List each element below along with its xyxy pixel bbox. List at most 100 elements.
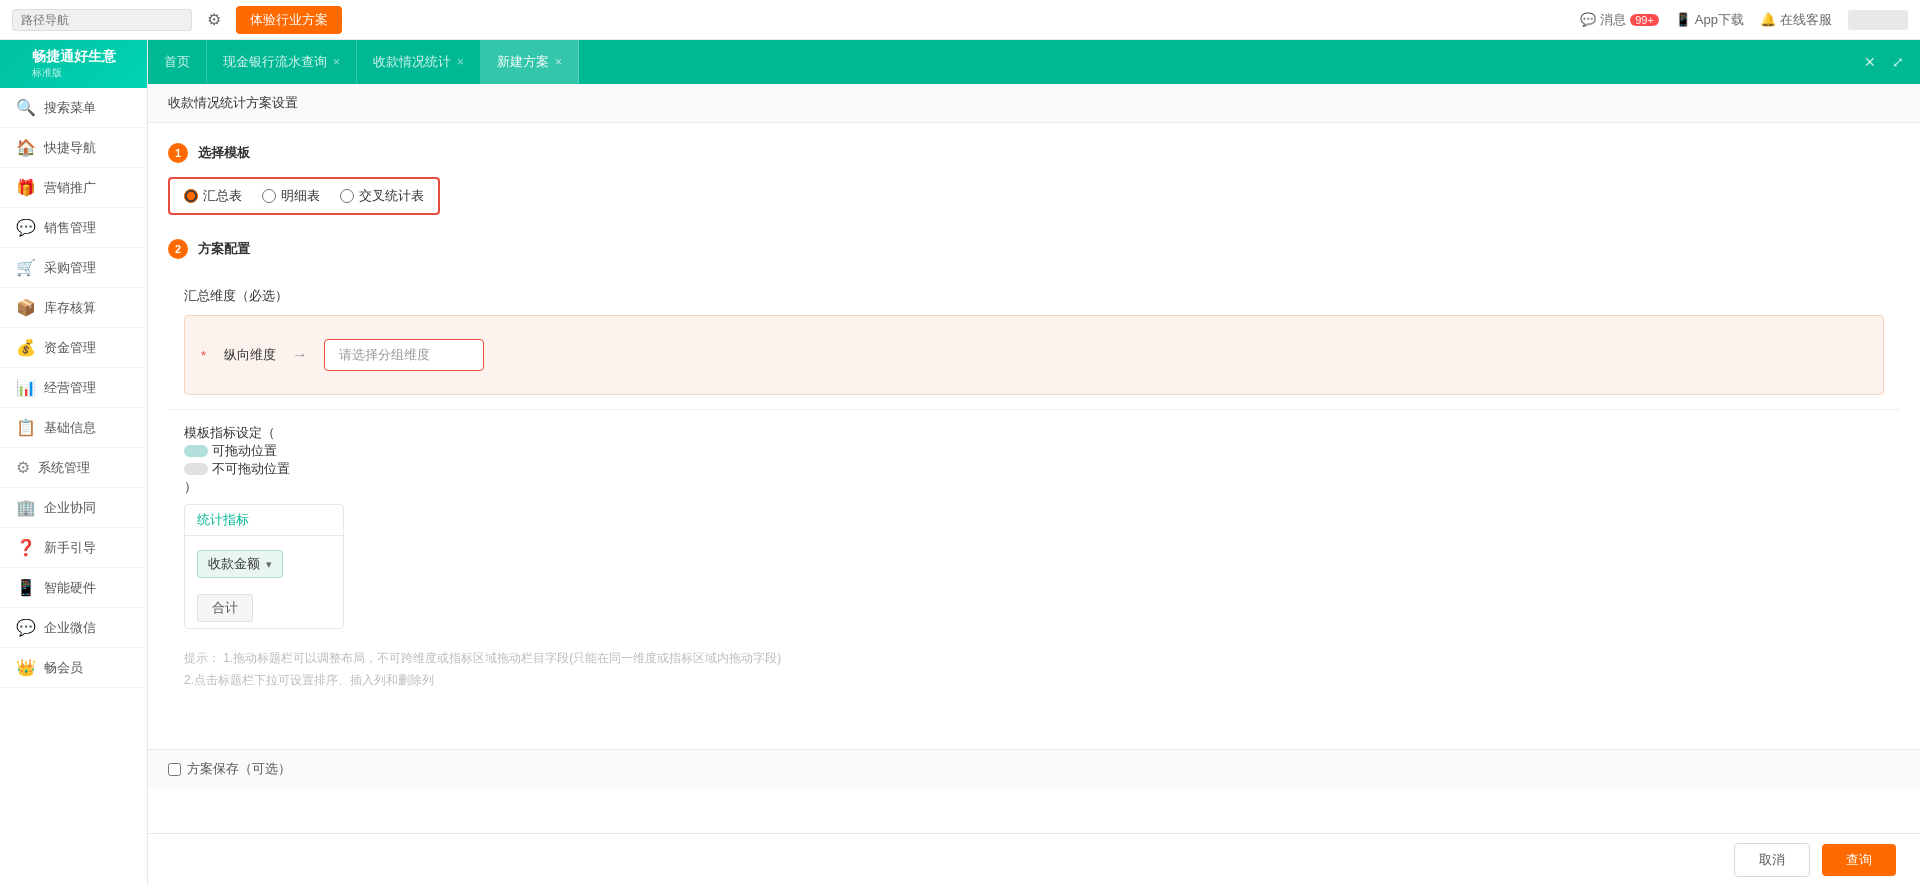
logo-text: 畅捷通好生意 [32,48,116,66]
money-icon: 💰 [16,338,36,357]
form-body: 1 选择模板 汇总表 明细表 [148,123,1920,749]
member-icon: 👑 [16,658,36,677]
radio-detail[interactable]: 明细表 [262,187,320,205]
breadcrumb-input[interactable] [12,9,192,31]
sidebar-item-basic[interactable]: 📋 基础信息 [0,408,147,448]
page-title: 收款情况统计方案设置 [168,95,298,110]
save-option-checkbox[interactable] [168,763,181,776]
step2-header: 2 方案配置 [168,239,1900,259]
fixed-hint-item: 不可拖动位置 [184,460,1884,478]
form-header: 收款情况统计方案设置 [148,84,1920,123]
sidebar-label-collab: 企业协同 [44,499,96,517]
main-layout: 畅捷通好生意 标准版 🔍 搜索菜单 🏠 快捷导航 🎁 营销推广 💬 销售管理 🛒… [0,40,1920,885]
radio-cross-label: 交叉统计表 [359,187,424,205]
bottom-bar: 取消 查询 [148,833,1920,885]
sidebar-item-system[interactable]: ⚙ 系统管理 [0,448,147,488]
dimension-section-title: 汇总维度（必选） [184,287,1884,305]
sidebar-item-search[interactable]: 🔍 搜索菜单 [0,88,147,128]
step1-number: 1 [168,143,188,163]
form-footer: 方案保存（可选） [148,749,1920,788]
messages-action[interactable]: 💬 消息 99+ [1580,11,1659,29]
sidebar-item-purchase[interactable]: 🛒 采购管理 [0,248,147,288]
sidebar-item-finance[interactable]: 💰 资金管理 [0,328,147,368]
hardware-icon: 📱 [16,578,36,597]
tab-receipt-close[interactable]: × [457,55,464,69]
tab-cashflow-label: 现金银行流水查询 [223,53,327,71]
metrics-header: 模板指标设定（ 可拖动位置 不可拖动位置 ） [184,424,1884,496]
tab-home-label: 首页 [164,53,190,71]
service-icon: 🔔 [1760,12,1776,27]
form-container: 收款情况统计方案设置 1 选择模板 汇总表 [148,84,1920,833]
radio-cross-input[interactable] [340,189,354,203]
query-button[interactable]: 查询 [1822,844,1896,876]
sidebar-label-sales: 销售管理 [44,219,96,237]
clipboard-icon: 📋 [16,418,36,437]
radio-summary[interactable]: 汇总表 [184,187,242,205]
step1-header: 1 选择模板 [168,143,1900,163]
sidebar: 畅捷通好生意 标准版 🔍 搜索菜单 🏠 快捷导航 🎁 营销推广 💬 销售管理 🛒… [0,40,148,885]
template-select-area: 汇总表 明细表 交叉统计表 [168,177,440,215]
tip-2: 2.点击标题栏下拉可设置排序、插入列和删除列 [184,670,1884,692]
radio-summary-label: 汇总表 [203,187,242,205]
tab-cashflow-close[interactable]: × [333,55,340,69]
tab-home[interactable]: 首页 [148,40,207,84]
download-action[interactable]: 📱 App下载 [1675,11,1744,29]
step2-title: 方案配置 [198,240,250,258]
stats-label: 统计指标 [185,505,343,536]
gear-button[interactable]: ⚙ [200,6,228,34]
home-icon: 🏠 [16,138,36,157]
sidebar-item-member[interactable]: 👑 畅会员 [0,648,147,688]
save-option-label[interactable]: 方案保存（可选） [168,760,291,778]
tab-close-button[interactable]: ✕ [1860,50,1880,74]
radio-detail-label: 明细表 [281,187,320,205]
sidebar-label-operation: 经营管理 [44,379,96,397]
step2-number: 2 [168,239,188,259]
sidebar-label-system: 系统管理 [38,459,90,477]
sidebar-label-guide: 新手引导 [44,539,96,557]
sidebar-item-wechat[interactable]: 💬 企业微信 [0,608,147,648]
tab-new-plan[interactable]: 新建方案 × [481,40,579,84]
search-icon: 🔍 [16,98,36,117]
gear-icon: ⚙ [207,10,221,29]
download-icon: 📱 [1675,12,1691,27]
collab-icon: 🏢 [16,498,36,517]
sidebar-item-guide[interactable]: ❓ 新手引导 [0,528,147,568]
sidebar-item-operation[interactable]: 📊 经营管理 [0,368,147,408]
metrics-section: 模板指标设定（ 可拖动位置 不可拖动位置 ） [168,410,1900,705]
radio-summary-input[interactable] [184,189,198,203]
user-avatar[interactable] [1848,10,1908,30]
page-content: 收款情况统计方案设置 1 选择模板 汇总表 [148,84,1920,833]
fixed-hint-text: 不可拖动位置 [212,460,290,478]
sidebar-item-collab[interactable]: 🏢 企业协同 [0,488,147,528]
tab-cashflow[interactable]: 现金银行流水查询 × [207,40,357,84]
metrics-tips: 提示： 1.拖动标题栏可以调整布局，不可跨维度或指标区域拖动栏目字段(只能在同一… [184,648,1884,691]
sidebar-label-inventory: 库存核算 [44,299,96,317]
radio-detail-input[interactable] [262,189,276,203]
sidebar-item-marketing[interactable]: 🎁 营销推广 [0,168,147,208]
header-left: ⚙ 体验行业方案 [12,6,1572,34]
sidebar-item-sales[interactable]: 💬 销售管理 [0,208,147,248]
sidebar-label-search: 搜索菜单 [44,99,96,117]
tab-new-plan-close[interactable]: × [555,55,562,69]
metrics-table: 统计指标 收款金额 ▾ 合计 [184,504,344,629]
radio-cross[interactable]: 交叉统计表 [340,187,424,205]
chevron-down-icon: ▾ [266,558,272,571]
dimension-select-button[interactable]: 请选择分组维度 [324,339,484,371]
sidebar-item-nav[interactable]: 🏠 快捷导航 [0,128,147,168]
tab-receipt[interactable]: 收款情况统计 × [357,40,481,84]
metric-sub-container: 合计 [185,584,343,628]
sidebar-item-hardware[interactable]: 📱 智能硬件 [0,568,147,608]
service-action[interactable]: 🔔 在线客服 [1760,11,1832,29]
draggable-hint-text: 可拖动位置 [212,442,277,460]
system-icon: ⚙ [16,458,30,477]
industry-button[interactable]: 体验行业方案 [236,6,342,34]
service-label: 在线客服 [1780,11,1832,29]
draggable-dot [184,445,208,457]
dimension-area: * 纵向维度 → 请选择分组维度 [184,315,1884,395]
sidebar-label-marketing: 营销推广 [44,179,96,197]
tab-expand-button[interactable]: ⤢ [1888,50,1908,74]
metric-tag-receipt[interactable]: 收款金额 ▾ [197,550,283,578]
cancel-button[interactable]: 取消 [1734,843,1810,877]
header-right: 💬 消息 99+ 📱 App下载 🔔 在线客服 [1580,10,1908,30]
sidebar-item-inventory[interactable]: 📦 库存核算 [0,288,147,328]
